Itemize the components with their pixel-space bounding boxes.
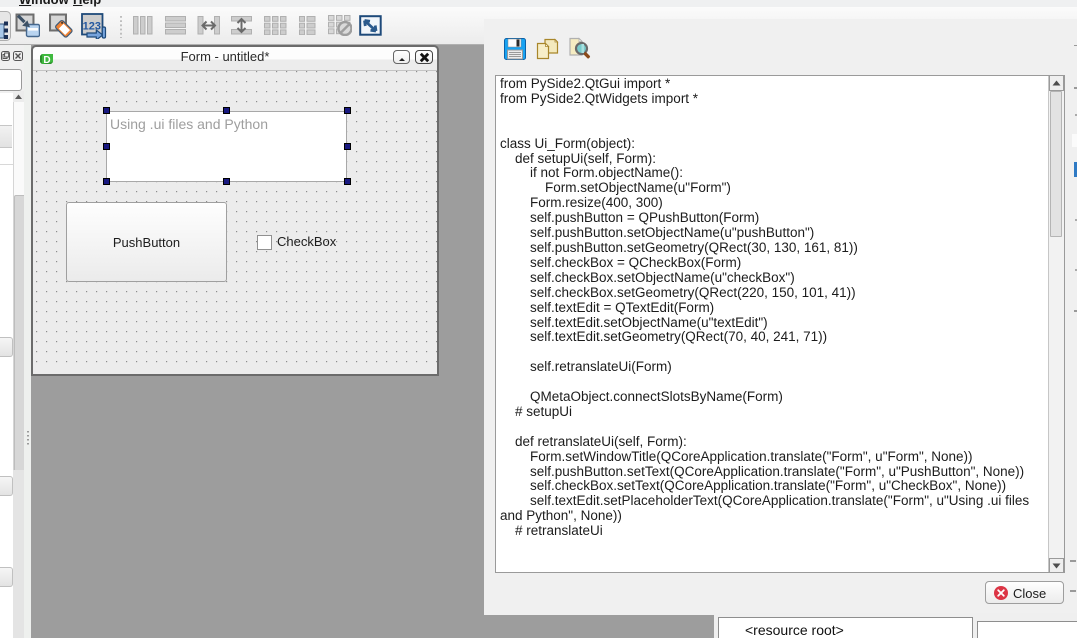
svg-text:123: 123 (83, 21, 101, 33)
